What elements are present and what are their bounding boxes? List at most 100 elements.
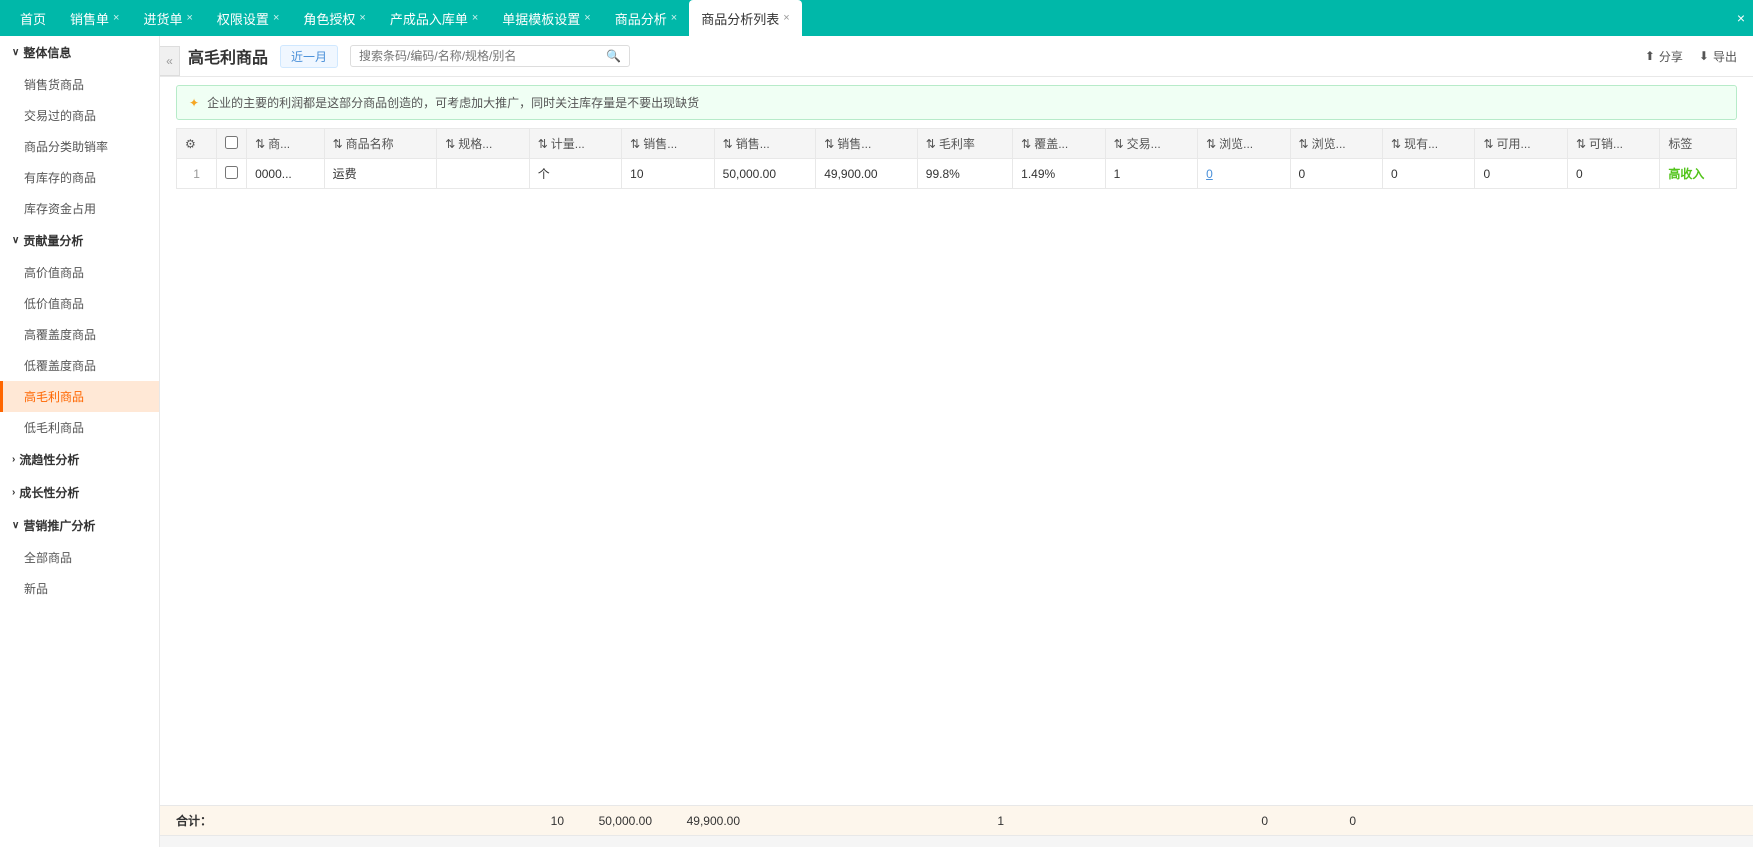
footer-label: 合计： (176, 812, 212, 829)
col-unit[interactable]: ⇅ 计量... (529, 129, 621, 159)
sidebar-item-low-coverage[interactable]: 低覆盖度商品 (0, 350, 159, 381)
col-sales-amt[interactable]: ⇅ 销售... (714, 129, 816, 159)
close-roles-tab[interactable]: × (359, 12, 365, 24)
select-all-checkbox[interactable] (225, 136, 238, 149)
footer-current-stock: 0 (1188, 814, 1268, 828)
row-code: 0000... (247, 159, 325, 189)
export-icon: ⬇ (1699, 49, 1709, 63)
export-btn[interactable]: ⬇ 导出 (1699, 48, 1737, 65)
content-area: « 高毛利商品 近一月 🔍 ⬆ 分享 ⬇ 导出 ✦ (160, 36, 1753, 847)
col-code[interactable]: ⇅ 商... (247, 129, 325, 159)
sidebar-item-low-margin[interactable]: 低毛利商品 (0, 412, 159, 443)
close-template-tab[interactable]: × (584, 12, 590, 24)
arrow-marketing: ∨ (12, 520, 19, 531)
nav-purchase[interactable]: 进货单 × (131, 0, 204, 36)
nav-template[interactable]: 单据模板设置 × (490, 0, 602, 36)
row-sellable: 0 (1567, 159, 1659, 189)
col-gross-margin[interactable]: ⇅ 毛利率 (917, 129, 1012, 159)
row-name: 运费 (324, 159, 437, 189)
nav-home[interactable]: 首页 (8, 0, 58, 36)
sidebar-group-marketing[interactable]: ∨ 营销推广分析 (0, 509, 159, 542)
nav-product-analysis[interactable]: 商品分析 × (603, 0, 689, 36)
sidebar-item-category-rate[interactable]: 商品分类助销率 (0, 131, 159, 162)
row-coverage: 1.49% (1013, 159, 1105, 189)
sidebar-item-sales-goods[interactable]: 销售货商品 (0, 69, 159, 100)
col-trade[interactable]: ⇅ 交易... (1105, 129, 1197, 159)
sidebar-item-stock-fund[interactable]: 库存资金占用 (0, 193, 159, 224)
col-browse1[interactable]: ⇅ 浏览... (1198, 129, 1290, 159)
close-product-entry-tab[interactable]: × (472, 12, 478, 24)
nav-product-entry[interactable]: 产成品入库单 × (378, 0, 490, 36)
sidebar-item-high-value[interactable]: 高价值商品 (0, 257, 159, 288)
page-title: 高毛利商品 (188, 44, 268, 68)
sidebar-group-overall[interactable]: ∨ 整体信息 (0, 36, 159, 69)
table-row: 1 0000... 运费 个 10 50,000.00 49,900.00 99… (177, 159, 1737, 189)
row-trade: 1 (1105, 159, 1197, 189)
sidebar-item-new-goods[interactable]: 新品 (0, 573, 159, 604)
sidebar-item-high-margin[interactable]: 高毛利商品 (0, 381, 159, 412)
arrow-trend: › (12, 454, 15, 465)
close-permissions-tab[interactable]: × (273, 12, 279, 24)
window-controls: × (1737, 10, 1745, 26)
row-sales-amt: 50,000.00 (714, 159, 816, 189)
row-browse1[interactable]: 0 (1198, 159, 1290, 189)
main-layout: ∨ 整体信息 销售货商品 交易过的商品 商品分类助销率 有库存的商品 库存资金占… (0, 36, 1753, 847)
sidebar-group-growth[interactable]: › 成长性分析 (0, 476, 159, 509)
data-table-wrapper[interactable]: ⚙ ⇅ 商... ⇅ 商品名称 ⇅ 规格... (176, 128, 1737, 805)
row-spec (437, 159, 529, 189)
row-num: 1 (177, 159, 217, 189)
row-sales-qty: 10 (622, 159, 714, 189)
col-coverage[interactable]: ⇅ 覆盖... (1013, 129, 1105, 159)
nav-sales[interactable]: 销售单 × (58, 0, 131, 36)
sidebar-item-stock-goods[interactable]: 有库存的商品 (0, 162, 159, 193)
col-checkbox (217, 129, 247, 159)
browse1-link[interactable]: 0 (1206, 167, 1213, 181)
sidebar-item-low-value[interactable]: 低价值商品 (0, 288, 159, 319)
row-available: 0 (1475, 159, 1567, 189)
nav-roles[interactable]: 角色授权 × (291, 0, 377, 36)
footer-sales-profit: 49,900.00 (660, 814, 740, 828)
close-sales-tab[interactable]: × (113, 12, 119, 24)
footer-available: 0 (1276, 814, 1356, 828)
row-sales-profit: 49,900.00 (816, 159, 918, 189)
col-name[interactable]: ⇅ 商品名称 (324, 129, 437, 159)
search-icon[interactable]: 🔍 (606, 49, 621, 63)
col-browse2[interactable]: ⇅ 浏览... (1290, 129, 1382, 159)
row-browse2: 0 (1290, 159, 1382, 189)
sidebar-group-contribution[interactable]: ∨ 贡献量分析 (0, 224, 159, 257)
col-spec[interactable]: ⇅ 规格... (437, 129, 529, 159)
nav-permissions[interactable]: 权限设置 × (205, 0, 291, 36)
share-btn[interactable]: ⬆ 分享 (1645, 48, 1683, 65)
sidebar-item-traded-goods[interactable]: 交易过的商品 (0, 100, 159, 131)
sidebar-item-all-goods[interactable]: 全部商品 (0, 542, 159, 573)
col-settings[interactable]: ⚙ (177, 129, 217, 159)
horizontal-scrollbar[interactable] (160, 835, 1753, 847)
row-current-stock: 0 (1383, 159, 1475, 189)
share-icon: ⬆ (1645, 49, 1655, 63)
arrow-contribution: ∨ (12, 235, 19, 246)
footer-trade: 1 (924, 814, 1004, 828)
data-table: ⚙ ⇅ 商... ⇅ 商品名称 ⇅ 规格... (176, 128, 1737, 189)
window-close-btn[interactable]: × (1737, 10, 1745, 26)
col-sales-qty[interactable]: ⇅ 销售... (622, 129, 714, 159)
close-purchase-tab[interactable]: × (186, 12, 192, 24)
row-checkbox[interactable] (225, 166, 238, 179)
nav-analysis-list[interactable]: 商品分析列表 × (689, 0, 801, 36)
search-input[interactable] (359, 49, 606, 63)
close-analysis-list-tab[interactable]: × (783, 12, 789, 24)
col-tag[interactable]: 标签 (1660, 129, 1737, 159)
col-available[interactable]: ⇅ 可用... (1475, 129, 1567, 159)
content-header: 高毛利商品 近一月 🔍 ⬆ 分享 ⬇ 导出 (160, 36, 1753, 77)
col-sales-profit[interactable]: ⇅ 销售... (816, 129, 918, 159)
sidebar-item-high-coverage[interactable]: 高覆盖度商品 (0, 319, 159, 350)
col-current-stock[interactable]: ⇅ 现有... (1383, 129, 1475, 159)
search-container: 🔍 (350, 45, 630, 67)
col-sellable[interactable]: ⇅ 可销... (1567, 129, 1659, 159)
sidebar: ∨ 整体信息 销售货商品 交易过的商品 商品分类助销率 有库存的商品 库存资金占… (0, 36, 160, 847)
sidebar-group-trend[interactable]: › 流趋性分析 (0, 443, 159, 476)
filter-recent-month-btn[interactable]: 近一月 (280, 45, 338, 68)
sidebar-collapse-btn[interactable]: « (160, 46, 180, 76)
arrow-growth: › (12, 487, 15, 498)
footer-sales-qty: 10 (484, 814, 564, 828)
close-product-analysis-tab[interactable]: × (671, 12, 677, 24)
